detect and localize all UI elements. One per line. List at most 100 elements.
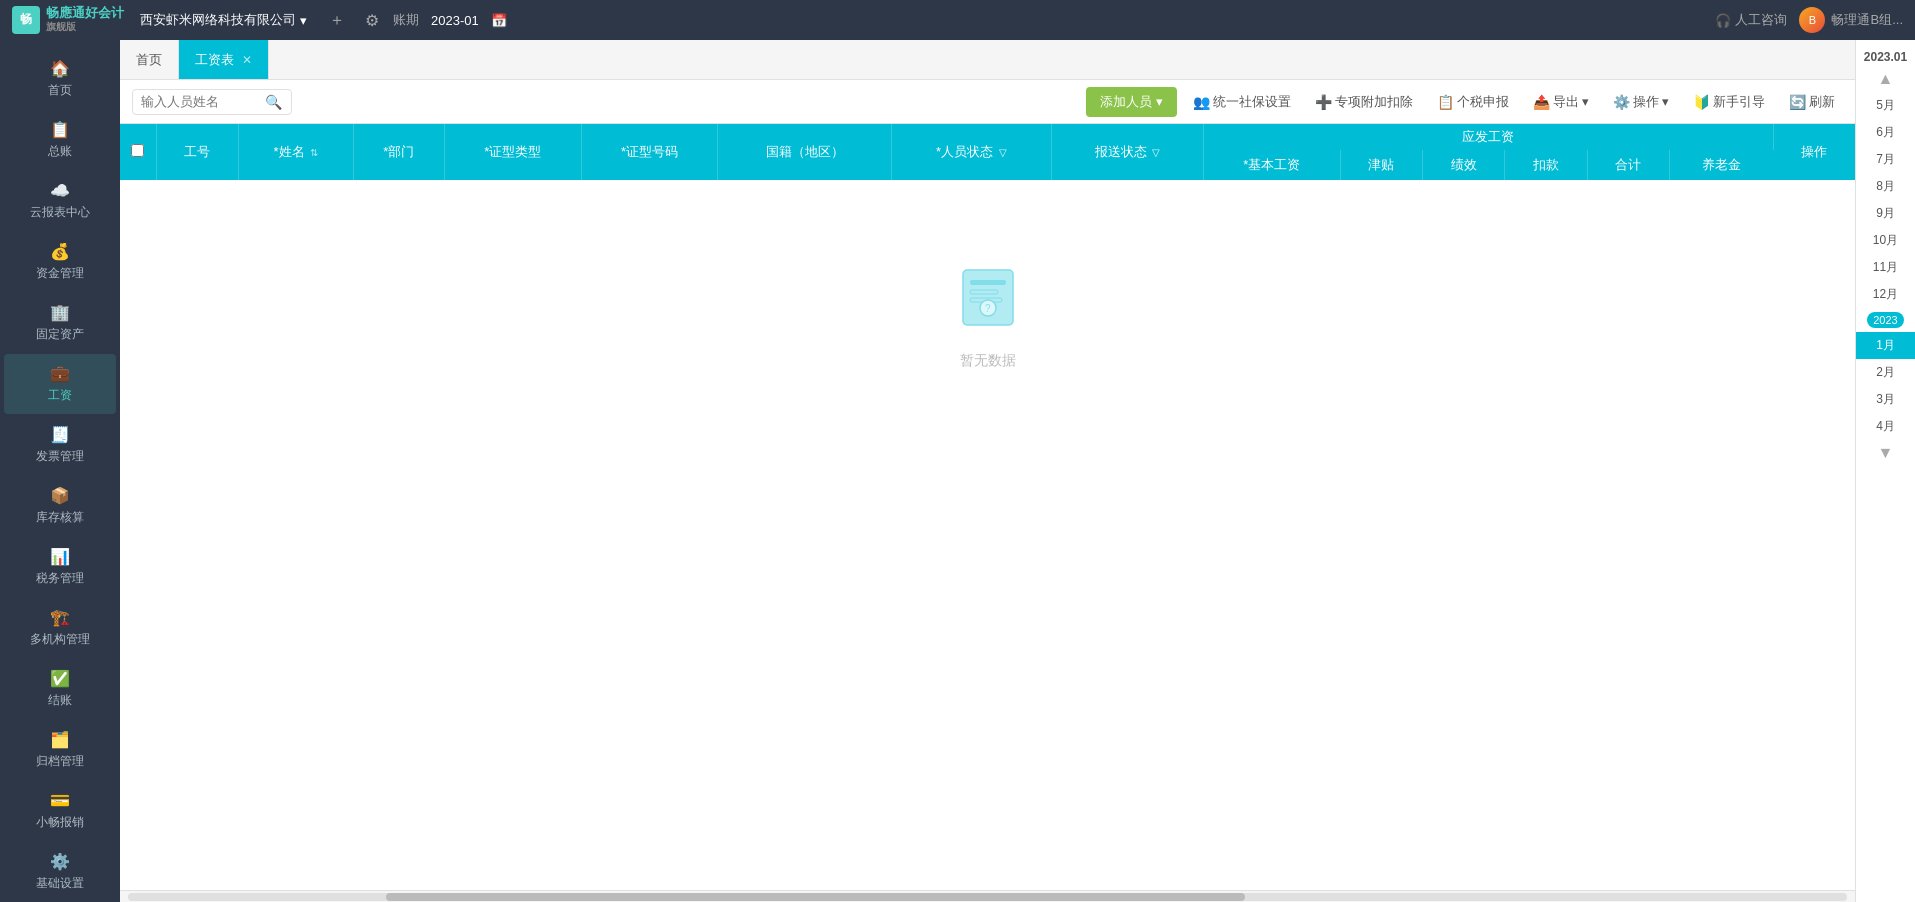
- header-status[interactable]: *人员状态 ▽: [891, 124, 1052, 180]
- user-avatar: B: [1799, 7, 1825, 33]
- header-allowance: 津贴: [1340, 150, 1422, 180]
- header-checkbox[interactable]: [120, 124, 156, 180]
- tab-bar: 首页 工资表 ✕: [120, 40, 1855, 80]
- search-icon: 🔍: [265, 94, 282, 110]
- export-label: 导出: [1553, 93, 1579, 111]
- header-id-type: *证型类型: [444, 124, 581, 180]
- sidebar-item-expense[interactable]: 💳 小畅报销: [4, 781, 116, 841]
- right-panel: 2023.01 ▲ 5月 6月 7月 8月 9月 10月 11月 12月 202…: [1855, 40, 1915, 902]
- svg-rect-1: [970, 280, 1006, 285]
- tab-home-label: 首页: [136, 51, 162, 69]
- scroll-thumb[interactable]: [386, 893, 1246, 901]
- tab-close-button[interactable]: ✕: [242, 53, 252, 67]
- svg-text:?: ?: [985, 303, 991, 314]
- calendar-icon[interactable]: 📅: [491, 13, 507, 28]
- header-emp-id: 工号: [156, 124, 238, 180]
- rp-month-7[interactable]: 7月: [1856, 146, 1915, 173]
- tab-payroll-table[interactable]: 工资表 ✕: [179, 40, 269, 79]
- sidebar-item-fund[interactable]: 💰 资金管理: [4, 232, 116, 292]
- header-name[interactable]: *姓名 ⇅: [238, 124, 353, 180]
- content-area: 首页 工资表 ✕ 🔍 添加人员 ▾ 👥 统一社保设置 ➕: [120, 40, 1855, 902]
- header-status-label: *人员状态: [936, 144, 993, 159]
- settings-nav-icon: ⚙️: [50, 852, 70, 871]
- select-all-checkbox[interactable]: [131, 144, 144, 157]
- sidebar-item-close-period[interactable]: ✅ 结账: [4, 659, 116, 719]
- rp-month-6[interactable]: 6月: [1856, 119, 1915, 146]
- sidebar-item-settings[interactable]: ⚙️ 基础设置: [4, 842, 116, 902]
- name-sort-icon: ⇅: [310, 147, 318, 158]
- sidebar-item-tax[interactable]: 📊 税务管理: [4, 537, 116, 597]
- company-name: 西安虾米网络科技有限公司: [140, 11, 296, 29]
- header-dept: *部门: [353, 124, 444, 180]
- special-deduct-button[interactable]: ➕ 专项附加扣除: [1307, 89, 1421, 115]
- operations-button[interactable]: ⚙️ 操作 ▾: [1605, 89, 1677, 115]
- user-info[interactable]: B 畅理通B组...: [1799, 7, 1903, 33]
- sidebar-label-archive: 归档管理: [36, 753, 84, 770]
- support-button[interactable]: 🎧 人工咨询: [1715, 11, 1787, 29]
- settings-icon[interactable]: ⚙: [359, 7, 385, 34]
- sidebar-label-inventory: 库存核算: [36, 509, 84, 526]
- search-input[interactable]: [141, 94, 261, 109]
- sidebar-item-multi-org[interactable]: 🏗️ 多机构管理: [4, 598, 116, 658]
- guide-button[interactable]: 🔰 新手引导: [1685, 89, 1773, 115]
- tax-label: 个税申报: [1457, 93, 1509, 111]
- header-report-status[interactable]: 报送状态 ▽: [1052, 124, 1204, 180]
- logo-area: 畅 畅應通好会计 旗舰版: [12, 6, 124, 34]
- sidebar-item-home[interactable]: 🏠 首页: [4, 49, 116, 109]
- refresh-label: 刷新: [1809, 93, 1835, 111]
- sidebar-label-settings: 基础设置: [36, 875, 84, 892]
- headset-icon: 🎧: [1715, 13, 1731, 28]
- rp-nav-up[interactable]: ▲: [1874, 66, 1898, 92]
- add-company-button[interactable]: ＋: [323, 6, 351, 35]
- rp-month-8[interactable]: 8月: [1856, 173, 1915, 200]
- empty-state: ? 暂无数据: [120, 180, 1855, 450]
- sidebar-label-payroll: 工资: [48, 387, 72, 404]
- header-right: 🎧 人工咨询 B 畅理通B组...: [1715, 7, 1903, 33]
- sidebar-item-invoice[interactable]: 🧾 发票管理: [4, 415, 116, 475]
- rp-month-3[interactable]: 3月: [1856, 386, 1915, 413]
- header-report-label: 报送状态: [1095, 144, 1147, 159]
- app-edition: 旗舰版: [46, 20, 124, 34]
- sidebar-item-payroll[interactable]: 💼 工资: [4, 354, 116, 414]
- toolbar: 🔍 添加人员 ▾ 👥 统一社保设置 ➕ 专项附加扣除 📋 个税申报 📤: [120, 80, 1855, 124]
- header-salary-group: 应发工资: [1203, 124, 1773, 150]
- refresh-button[interactable]: 🔄 刷新: [1781, 89, 1843, 115]
- company-selector[interactable]: 西安虾米网络科技有限公司 ▾: [132, 7, 315, 33]
- sidebar-item-inventory[interactable]: 📦 库存核算: [4, 476, 116, 536]
- search-wrap: 🔍: [132, 89, 292, 115]
- scroll-track[interactable]: [128, 893, 1847, 901]
- guide-toolbar-label: 新手引导: [1713, 93, 1765, 111]
- sidebar-label-fixed: 固定资产: [36, 326, 84, 343]
- sidebar-item-archive[interactable]: 🗂️ 归档管理: [4, 720, 116, 780]
- empty-icon: ?: [948, 260, 1028, 340]
- header-basic-salary: *基本工资: [1203, 150, 1340, 180]
- social-settings-button[interactable]: 👥 统一社保设置: [1185, 89, 1299, 115]
- rp-month-10[interactable]: 10月: [1856, 227, 1915, 254]
- rp-month-4[interactable]: 4月: [1856, 413, 1915, 440]
- header-name-label: *姓名: [273, 144, 304, 159]
- sidebar-label-expense: 小畅报销: [36, 814, 84, 831]
- rp-nav-down[interactable]: ▼: [1874, 440, 1898, 466]
- personal-tax-button[interactable]: 📋 个税申报: [1429, 89, 1517, 115]
- sidebar-label-invoice: 发票管理: [36, 448, 84, 465]
- export-button[interactable]: 📤 导出 ▾: [1525, 89, 1597, 115]
- rp-month-11[interactable]: 11月: [1856, 254, 1915, 281]
- rp-month-5[interactable]: 5月: [1856, 92, 1915, 119]
- rp-month-9[interactable]: 9月: [1856, 200, 1915, 227]
- add-person-button[interactable]: 添加人员 ▾: [1086, 87, 1177, 117]
- rp-month-12[interactable]: 12月: [1856, 281, 1915, 308]
- empty-state-row: ? 暂无数据: [120, 180, 1855, 450]
- deduct-icon: ➕: [1315, 94, 1332, 110]
- sidebar-label-ledger: 总账: [48, 143, 72, 160]
- support-label: 人工咨询: [1735, 11, 1787, 29]
- sidebar-item-ledger[interactable]: 📋 总账: [4, 110, 116, 170]
- ops-icon: ⚙️: [1613, 94, 1630, 110]
- payroll-icon: 💼: [50, 364, 70, 383]
- sidebar-label-close: 结账: [48, 692, 72, 709]
- rp-month-1[interactable]: 1月: [1856, 332, 1915, 359]
- rp-current-year[interactable]: 2023: [1867, 312, 1903, 328]
- rp-month-2[interactable]: 2月: [1856, 359, 1915, 386]
- sidebar-item-fixed-asset[interactable]: 🏢 固定资产: [4, 293, 116, 353]
- sidebar-item-cloud-report[interactable]: ☁️ 云报表中心: [4, 171, 116, 231]
- tab-home[interactable]: 首页: [120, 40, 179, 79]
